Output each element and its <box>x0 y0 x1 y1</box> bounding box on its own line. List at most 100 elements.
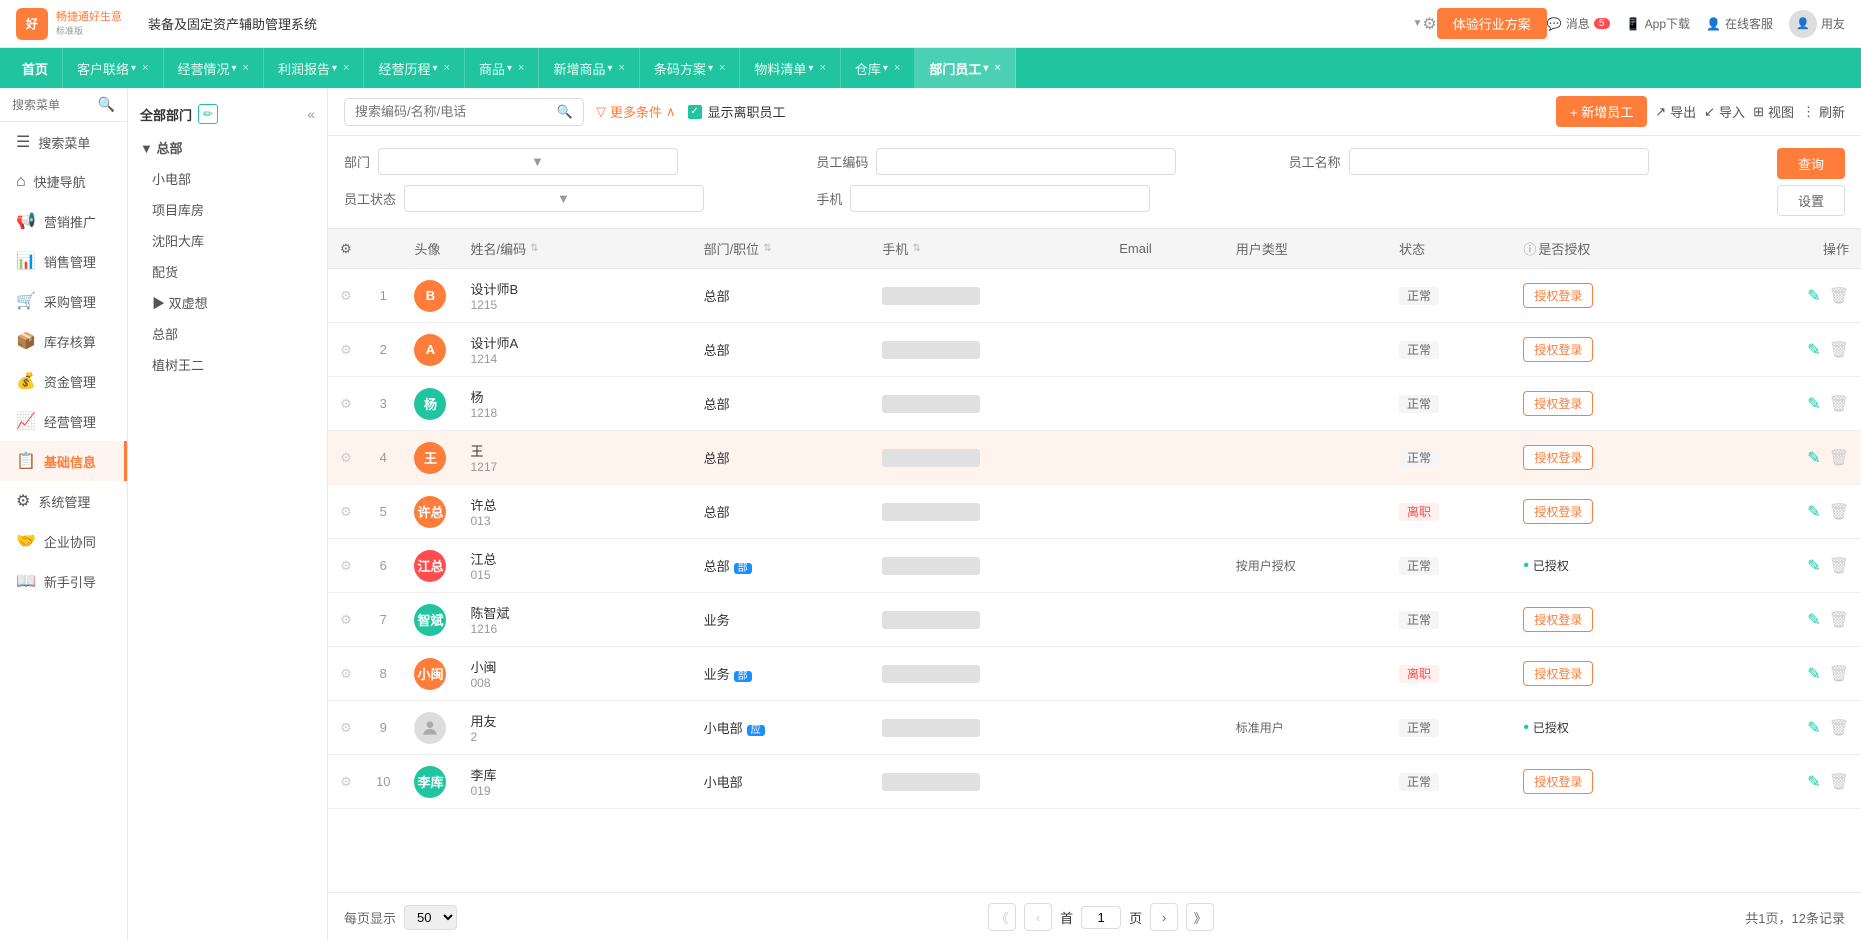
row-gear-icon[interactable]: ⚙ <box>340 288 352 303</box>
nav-tab-经营历程[interactable]: 经营历程 ▾ × <box>364 48 464 88</box>
sidebar-item-系统管理[interactable]: ⚙系统管理 <box>0 481 127 521</box>
edit-btn[interactable]: ✎ <box>1807 394 1820 414</box>
reset-btn[interactable]: 设置 <box>1777 185 1845 216</box>
edit-btn[interactable]: ✎ <box>1807 286 1820 306</box>
tab-dropdown-arrow[interactable]: ▾ <box>607 63 612 74</box>
sidebar-search-input[interactable] <box>12 98 98 112</box>
dept-node[interactable]: 项目库房 <box>128 194 327 225</box>
delete-btn[interactable]: 🗑 <box>1829 718 1849 738</box>
auth-login-btn[interactable]: 授权登录 <box>1523 499 1593 524</box>
auth-login-btn[interactable]: 授权登录 <box>1523 391 1593 416</box>
next-page-btn[interactable]: › <box>1150 903 1178 931</box>
delete-btn[interactable]: 🗑 <box>1829 556 1849 576</box>
nav-tab-首页[interactable]: 首页 <box>8 48 63 88</box>
td-auth[interactable]: 授权登录 <box>1511 593 1705 647</box>
edit-btn[interactable]: ✎ <box>1807 718 1820 738</box>
td-gear[interactable]: ⚙ <box>328 377 364 431</box>
delete-btn[interactable]: 🗑 <box>1829 772 1849 792</box>
row-gear-icon[interactable]: ⚙ <box>340 774 352 789</box>
th-gear[interactable]: ⚙ <box>328 229 364 269</box>
td-gear[interactable]: ⚙ <box>328 647 364 701</box>
row-gear-icon[interactable]: ⚙ <box>340 504 352 519</box>
row-gear-icon[interactable]: ⚙ <box>340 558 352 573</box>
tab-close-btn[interactable]: × <box>243 62 249 74</box>
tab-close-btn[interactable]: × <box>819 62 825 74</box>
edit-btn[interactable]: ✎ <box>1807 556 1820 576</box>
edit-btn[interactable]: ✎ <box>1807 340 1820 360</box>
tab-dropdown-arrow[interactable]: ▾ <box>808 63 813 74</box>
edit-btn[interactable]: ✎ <box>1807 448 1820 468</box>
add-employee-btn[interactable]: + 新增员工 <box>1556 96 1647 127</box>
td-auth[interactable]: 授权登录 <box>1511 647 1705 701</box>
td-gear[interactable]: ⚙ <box>328 431 364 485</box>
nav-tab-物料清单[interactable]: 物料清单 ▾ × <box>740 48 840 88</box>
row-gear-icon[interactable]: ⚙ <box>340 612 352 627</box>
sidebar-item-销售管理[interactable]: 📊销售管理 <box>0 241 127 281</box>
delete-btn[interactable]: 🗑 <box>1829 394 1849 414</box>
tab-close-btn[interactable]: × <box>618 62 624 74</box>
auth-login-btn[interactable]: 授权登录 <box>1523 337 1593 362</box>
dept-node[interactable]: 植树王二 <box>128 349 327 380</box>
delete-btn[interactable]: 🗑 <box>1829 664 1849 684</box>
sidebar-item-采购管理[interactable]: 🛒采购管理 <box>0 281 127 321</box>
edit-btn[interactable]: ✎ <box>1807 502 1820 522</box>
tab-dropdown-arrow[interactable]: ▾ <box>507 63 512 74</box>
td-auth[interactable]: 授权登录 <box>1511 431 1705 485</box>
tab-close-btn[interactable]: × <box>444 62 450 74</box>
auth-login-btn[interactable]: 授权登录 <box>1523 445 1593 470</box>
dept-node[interactable]: 配货 <box>128 256 327 287</box>
row-gear-icon[interactable]: ⚙ <box>340 342 352 357</box>
tab-dropdown-arrow[interactable]: ▾ <box>131 63 136 74</box>
user-btn[interactable]: 👤 用友 <box>1789 10 1845 38</box>
dept-node[interactable]: 总部 <box>128 318 327 349</box>
auth-login-btn[interactable]: 授权登录 <box>1523 661 1593 686</box>
td-gear[interactable]: ⚙ <box>328 485 364 539</box>
sidebar-item-库存核算[interactable]: 📦库存核算 <box>0 321 127 361</box>
resigned-checkbox[interactable]: ✓ <box>688 105 702 119</box>
delete-btn[interactable]: 🗑 <box>1829 340 1849 360</box>
tab-dropdown-arrow[interactable]: ▾ <box>708 63 713 74</box>
tab-close-btn[interactable]: × <box>518 62 524 74</box>
search-input[interactable] <box>355 104 551 119</box>
tab-dropdown-arrow[interactable]: ▾ <box>883 63 888 74</box>
row-gear-icon[interactable]: ⚙ <box>340 396 352 411</box>
auth-login-btn[interactable]: 授权登录 <box>1523 283 1593 308</box>
tab-close-btn[interactable]: × <box>142 62 148 74</box>
td-gear[interactable]: ⚙ <box>328 755 364 809</box>
tab-dropdown-arrow[interactable]: ▾ <box>332 63 337 74</box>
page-size-select[interactable]: 50 <box>404 905 457 930</box>
nav-tab-经营情况[interactable]: 经营情况 ▾ × <box>164 48 264 88</box>
query-btn[interactable]: 查询 <box>1777 148 1845 179</box>
first-page-btn[interactable]: 《 <box>988 903 1016 931</box>
app-download-btn[interactable]: 📱 App下载 <box>1626 15 1690 32</box>
dept-node[interactable]: ▼ 总部 <box>128 132 327 163</box>
tab-dropdown-arrow[interactable]: ▾ <box>983 63 988 74</box>
show-resigned-toggle[interactable]: ✓ 显示离职员工 <box>688 102 786 121</box>
more-btn[interactable]: ⋮ 刷新 <box>1802 102 1845 121</box>
phone-input[interactable] <box>850 185 1150 212</box>
nav-tab-部门员工[interactable]: 部门员工 ▾ × <box>915 48 1015 88</box>
edit-btn[interactable]: ✎ <box>1807 772 1820 792</box>
view-btn[interactable]: ⊞ 视图 <box>1753 102 1794 121</box>
th-name[interactable]: 姓名/编码 ⇅ <box>458 229 691 269</box>
td-gear[interactable]: ⚙ <box>328 701 364 755</box>
th-dept[interactable]: 部门/职位 ⇅ <box>692 229 871 269</box>
code-input[interactable] <box>876 148 1176 175</box>
import-btn[interactable]: ↙ 导入 <box>1704 102 1745 121</box>
dept-select[interactable]: ▼ <box>378 148 678 175</box>
nav-tab-利润报告[interactable]: 利润报告 ▾ × <box>264 48 364 88</box>
delete-btn[interactable]: 🗑 <box>1829 286 1849 306</box>
status-select[interactable]: ▼ <box>404 185 704 212</box>
sidebar-item-营销推广[interactable]: 📢营销推广 <box>0 201 127 241</box>
sidebar-item-经营管理[interactable]: 📈经营管理 <box>0 401 127 441</box>
nav-tab-新增商品[interactable]: 新增商品 ▾ × <box>539 48 639 88</box>
td-gear[interactable]: ⚙ <box>328 539 364 593</box>
try-btn[interactable]: 体验行业方案 <box>1437 8 1547 39</box>
td-gear[interactable]: ⚙ <box>328 269 364 323</box>
delete-btn[interactable]: 🗑 <box>1829 610 1849 630</box>
nav-tab-商品[interactable]: 商品 ▾ × <box>465 48 539 88</box>
system-dropdown-arrow[interactable]: ▼ <box>1412 18 1422 29</box>
filter-btn[interactable]: ▽ 更多条件 ∧ <box>596 102 676 121</box>
tab-close-btn[interactable]: × <box>894 62 900 74</box>
export-btn[interactable]: ↗ 导出 <box>1655 102 1696 121</box>
